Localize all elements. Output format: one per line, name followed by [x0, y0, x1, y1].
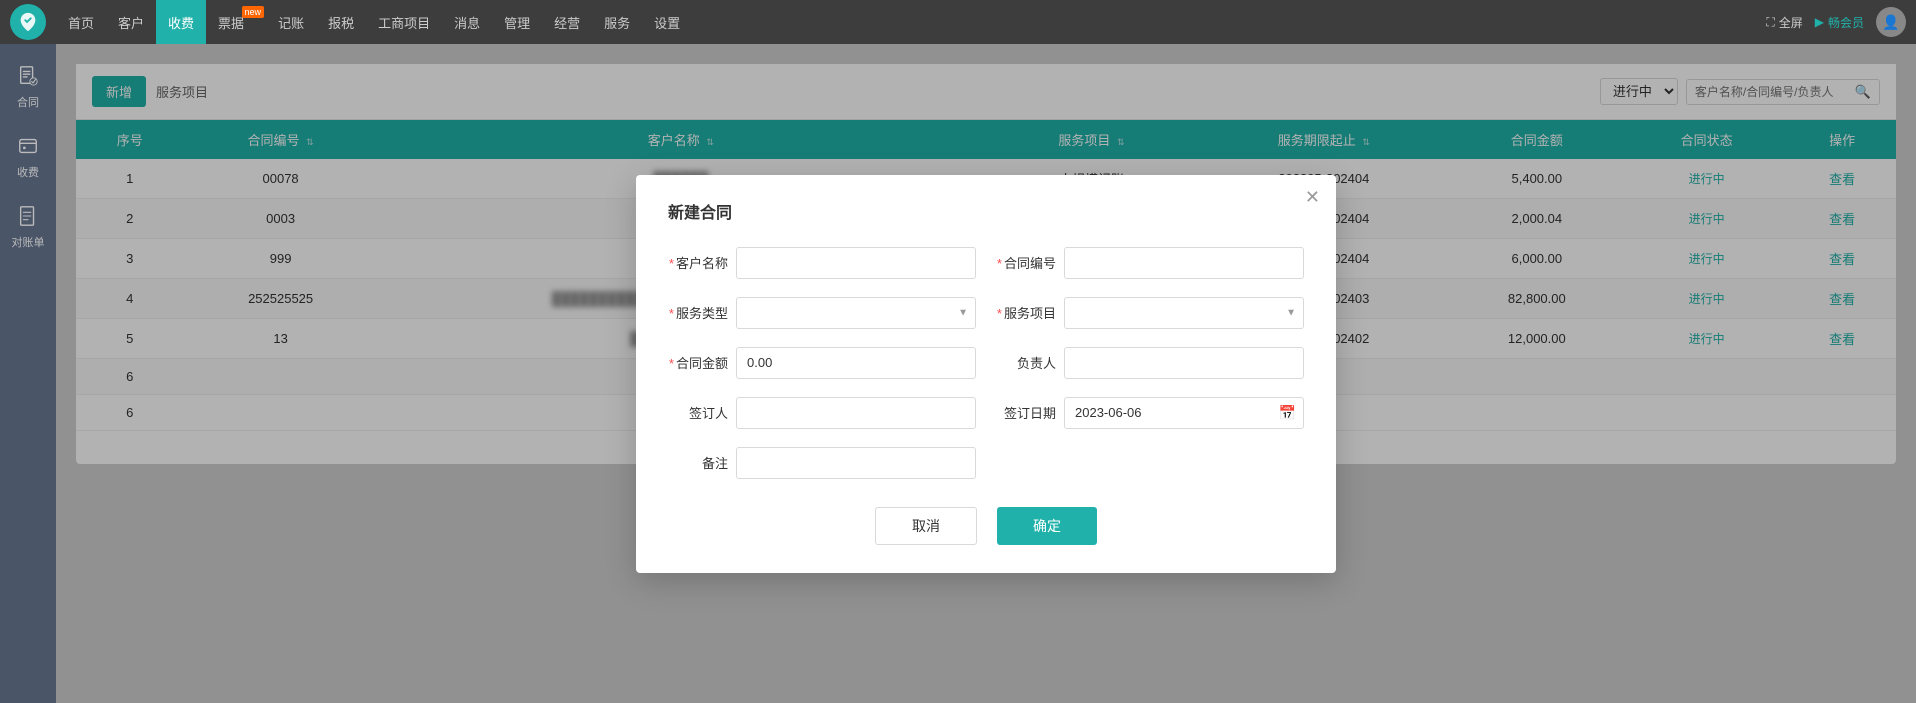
modal-footer: 取消 确定 — [668, 507, 1304, 545]
nav-home[interactable]: 首页 — [56, 0, 106, 44]
contract-no-label: 合同编号 — [996, 253, 1056, 272]
form-group-customer: 客户名称 — [668, 247, 976, 279]
nav-ticket[interactable]: 票据 new — [206, 0, 266, 44]
form-group-sign-date: 签订日期 📅 — [996, 397, 1304, 429]
sidebar: 合同 收费 对账单 — [0, 44, 56, 703]
service-item-select-wrapper: ▼ — [1064, 297, 1304, 329]
service-type-select-wrapper: ▼ — [736, 297, 976, 329]
form-group-contract-no: 合同编号 — [996, 247, 1304, 279]
fee-icon — [14, 132, 42, 160]
sidebar-item-statement[interactable]: 对账单 — [0, 194, 56, 258]
form-row-5: 备注 — [668, 447, 1304, 479]
contract-amount-input[interactable] — [736, 347, 976, 379]
nav-bookkeeping[interactable]: 记账 — [266, 0, 316, 44]
form-row-2: 服务类型 ▼ 服务项目 — [668, 297, 1304, 329]
responsible-person-input[interactable] — [1064, 347, 1304, 379]
play-icon: ▶ — [1815, 15, 1824, 29]
nav-items: 首页 客户 收费 票据 new 记账 报税 工商项目 消息 管理 经营 服务 设… — [56, 0, 1766, 44]
form-row-3: 合同金额 负责人 — [668, 347, 1304, 379]
contract-amount-label: 合同金额 — [668, 353, 728, 372]
top-nav: 首页 客户 收费 票据 new 记账 报税 工商项目 消息 管理 经营 服务 设… — [0, 0, 1916, 44]
top-right-controls: ⛶ 全屏 ▶ 畅会员 👤 — [1766, 7, 1906, 37]
sign-date-input[interactable] — [1064, 397, 1304, 429]
form-group-remarks: 备注 — [668, 447, 976, 479]
form-group-amount: 合同金额 — [668, 347, 976, 379]
form-group-responsible: 负责人 — [996, 347, 1304, 379]
nav-message[interactable]: 消息 — [442, 0, 492, 44]
contract-icon — [14, 62, 42, 90]
sign-date-wrapper: 📅 — [1064, 397, 1304, 429]
nav-tax[interactable]: 报税 — [316, 0, 366, 44]
close-button[interactable]: ✕ — [1305, 187, 1320, 208]
layout: 合同 收费 对账单 — [0, 44, 1916, 703]
main-content: 新增 服务项目 进行中 已完成 已终止 🔍 — [56, 44, 1916, 703]
avatar[interactable]: 👤 — [1876, 7, 1906, 37]
customer-name-label: 客户名称 — [668, 253, 728, 272]
service-item-select[interactable] — [1064, 297, 1304, 329]
statement-icon — [14, 202, 42, 230]
confirm-button[interactable]: 确定 — [997, 507, 1097, 545]
nav-manage[interactable]: 管理 — [492, 0, 542, 44]
modal-overlay: ✕ 新建合同 客户名称 合同编号 服务类型 — [56, 44, 1916, 703]
remarks-label: 备注 — [668, 453, 728, 472]
form-row-1: 客户名称 合同编号 — [668, 247, 1304, 279]
form-group-service-type: 服务类型 ▼ — [668, 297, 976, 329]
nav-operation[interactable]: 经营 — [542, 0, 592, 44]
responsible-person-label: 负责人 — [996, 353, 1056, 372]
signer-input[interactable] — [736, 397, 976, 429]
signer-label: 签订人 — [668, 403, 728, 422]
modal-title: 新建合同 — [668, 199, 1304, 223]
customer-name-input[interactable] — [736, 247, 976, 279]
fullscreen-button[interactable]: ⛶ 全屏 — [1766, 14, 1802, 31]
nav-settings[interactable]: 设置 — [642, 0, 692, 44]
cancel-button[interactable]: 取消 — [875, 507, 977, 545]
new-badge: new — [242, 6, 265, 18]
form-group-signer: 签订人 — [668, 397, 976, 429]
remarks-input[interactable] — [736, 447, 976, 479]
member-button[interactable]: ▶ 畅会员 — [1815, 14, 1864, 31]
nav-service[interactable]: 服务 — [592, 0, 642, 44]
service-type-label: 服务类型 — [668, 303, 728, 322]
service-type-select[interactable] — [736, 297, 976, 329]
form-group-service-item: 服务项目 ▼ — [996, 297, 1304, 329]
sidebar-item-contract[interactable]: 合同 — [0, 54, 56, 118]
nav-business[interactable]: 工商项目 — [366, 0, 442, 44]
nav-fee[interactable]: 收费 — [156, 0, 206, 44]
fullscreen-icon: ⛶ — [1766, 15, 1774, 30]
contract-no-input[interactable] — [1064, 247, 1304, 279]
nav-customer[interactable]: 客户 — [106, 0, 156, 44]
sidebar-item-fee[interactable]: 收费 — [0, 124, 56, 188]
new-contract-modal: ✕ 新建合同 客户名称 合同编号 服务类型 — [636, 175, 1336, 573]
logo[interactable] — [10, 4, 46, 40]
service-item-label-modal: 服务项目 — [996, 303, 1056, 322]
sign-date-label: 签订日期 — [996, 403, 1056, 422]
form-row-4: 签订人 签订日期 📅 — [668, 397, 1304, 429]
